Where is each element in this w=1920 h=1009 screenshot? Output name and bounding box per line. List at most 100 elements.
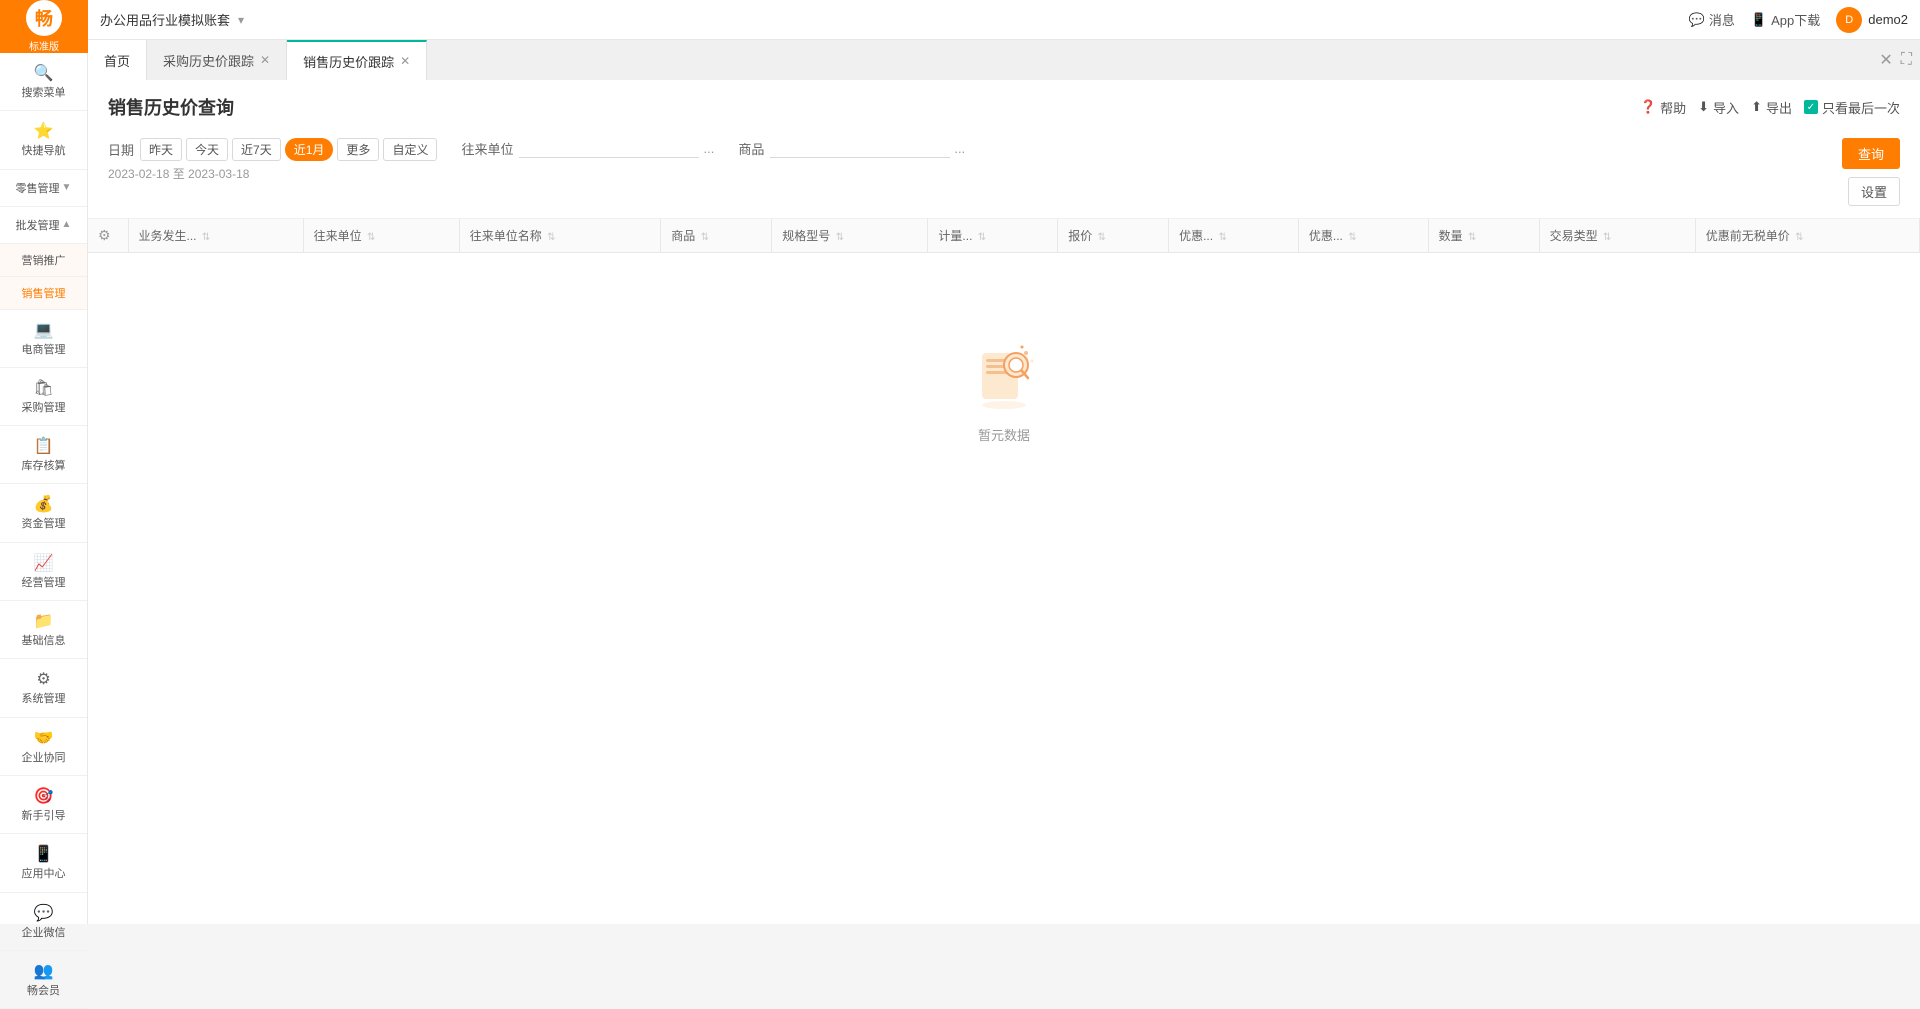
enterprise-icon: 🤝 [34,728,54,748]
import-btn[interactable]: ⬇ 导入 [1698,98,1739,117]
table-header-spec[interactable]: 规格型号 ⇅ [772,219,928,253]
retail-label: 零售管理 [16,180,60,196]
sidebar-item-enterprise[interactable]: 🤝 企业协同 [0,718,87,776]
table-header-row: ⚙ 业务发生... ⇅ 往来单位 ⇅ 往来单位名称 [88,219,1920,253]
product-dots[interactable]: ... [954,141,965,156]
sidebar-item-wechat-label: 企业微信 [22,926,66,940]
sidebar-item-finance[interactable]: 💰 资金管理 [0,484,87,542]
data-table: ⚙ 业务发生... ⇅ 往来单位 ⇅ 往来单位名称 [88,219,1920,253]
table-header-discount2[interactable]: 优惠... ⇅ [1298,219,1428,253]
table-header-quoted-price[interactable]: 报价 ⇅ [1058,219,1169,253]
quoted-price-sort-icon: ⇅ [1098,232,1106,243]
purchase-icon: 🛍 [33,378,53,398]
trade-type-label: 交易类型 [1550,229,1598,243]
import-icon: ⬇ [1698,99,1709,115]
customer-name-label: 往来单位名称 [470,229,542,243]
export-icon: ⬆ [1751,99,1762,115]
table-header-discount1[interactable]: 优惠... ⇅ [1169,219,1299,253]
help-label: 帮助 [1660,98,1686,117]
pretax-price-label: 优惠前无税单价 [1706,229,1790,243]
product-col-label: 商品 [671,229,695,243]
sidebar-item-system[interactable]: ⚙ 系统管理 [0,659,87,717]
table-header-biz-date[interactable]: 业务发生... ⇅ [128,219,303,253]
tab-home[interactable]: 首页 [88,40,147,80]
sidebar-item-marketing[interactable]: 营销推广 [0,244,87,277]
sidebar-item-apps[interactable]: 📱 应用中心 [0,834,87,892]
table-header-customer-name[interactable]: 往来单位名称 ⇅ [459,219,661,253]
customer-dots[interactable]: ... [703,141,714,156]
table-settings-icon[interactable]: ⚙ [98,227,111,243]
pretax-price-sort-icon: ⇅ [1795,232,1803,243]
sidebar-item-search-label: 搜索菜单 [22,86,66,100]
main-area: 办公用品行业模拟账套 ▾ 💬 消息 📱 App下载 D demo2 首页 采购历… [88,0,1920,924]
date-filter-col: 日期 昨天 今天 近7天 近1月 更多 自定义 2023-02-18 至 202… [108,138,437,182]
date-btn-yesterday[interactable]: 昨天 [140,138,182,161]
sidebar-item-operations[interactable]: 📈 经营管理 [0,543,87,601]
retail-arrow: ▼ [62,182,72,193]
sidebar-item-inventory[interactable]: 📋 库存核算 [0,426,87,484]
sidebar-item-sales-mgmt[interactable]: 销售管理 [0,277,87,310]
search-icon: 🔍 [34,63,54,83]
sidebar-item-quick-nav[interactable]: ⭐ 快捷导航 [0,111,87,169]
sidebar-item-member[interactable]: 👥 畅会员 [0,951,87,1009]
empty-state: 暂元数据 [88,253,1920,524]
table-header-customer-code[interactable]: 往来单位 ⇅ [303,219,459,253]
tab-purchase-history-label: 采购历史价跟踪 [163,51,254,70]
only-last-checkbox[interactable]: ✓ [1804,100,1818,114]
customer-input[interactable] [519,138,699,158]
spec-label: 规格型号 [782,229,830,243]
table-header-unit[interactable]: 计量... ⇅ [928,219,1058,253]
sidebar-item-retail[interactable]: 零售管理 ▼ [0,170,87,207]
workspace-dropdown-icon[interactable]: ▾ [238,13,244,27]
only-last-checkbox-label[interactable]: ✓ 只看最后一次 [1804,98,1900,117]
sidebar-item-inventory-label: 库存核算 [22,459,66,473]
table-header-pretax-price[interactable]: 优惠前无税单价 ⇅ [1695,219,1919,253]
message-btn[interactable]: 💬 消息 [1689,10,1735,29]
help-btn[interactable]: ❓ 帮助 [1640,98,1686,117]
sidebar-item-ecommerce[interactable]: 💻 电商管理 [0,310,87,368]
sidebar-item-system-label: 系统管理 [22,692,66,706]
date-btn-more[interactable]: 更多 [337,138,379,161]
empty-illustration [964,333,1044,413]
tab-purchase-history[interactable]: 采购历史价跟踪 ✕ [147,40,287,80]
sidebar-item-wechat[interactable]: 💬 企业微信 [0,893,87,951]
sidebar-item-search[interactable]: 🔍 搜索菜单 [0,53,87,111]
user-avatar: D [1836,7,1862,33]
member-icon: 👥 [34,961,54,981]
tab-purchase-history-close[interactable]: ✕ [260,53,270,67]
user-name: demo2 [1868,12,1908,27]
sidebar-item-basics[interactable]: 📁 基础信息 [0,601,87,659]
table-header-quantity[interactable]: 数量 ⇅ [1428,219,1539,253]
tab-sales-history-close[interactable]: ✕ [400,54,410,68]
table-header-product[interactable]: 商品 ⇅ [661,219,772,253]
table-header-trade-type[interactable]: 交易类型 ⇅ [1539,219,1695,253]
app-download-btn[interactable]: 📱 App下载 [1751,10,1820,29]
date-btn-last1m[interactable]: 近1月 [285,138,334,161]
sidebar-item-wholesale[interactable]: 批发管理 ▲ [0,207,87,244]
inventory-icon: 📋 [34,436,54,456]
sidebar-item-guide[interactable]: 🎯 新手引导 [0,776,87,834]
export-btn[interactable]: ⬆ 导出 [1751,98,1792,117]
message-icon: 💬 [1689,12,1705,28]
biz-date-sort-icon: ⇅ [202,232,210,243]
tab-sales-history[interactable]: 销售历史价跟踪 ✕ [287,40,427,80]
date-btn-last7[interactable]: 近7天 [232,138,281,161]
tab-close-all-btn[interactable]: ✕ [1879,50,1892,70]
customer-input-wrap: ... [519,138,714,158]
date-filter-group: 日期 昨天 今天 近7天 近1月 更多 自定义 [108,138,437,161]
spec-sort-icon: ⇅ [836,232,844,243]
settings-button[interactable]: 设置 [1848,177,1900,206]
product-input[interactable] [770,138,950,158]
user-menu[interactable]: D demo2 [1836,7,1908,33]
sidebar: 畅 标准版 🔍 搜索菜单 ⭐ 快捷导航 零售管理 ▼ 批发管理 ▲ 营销推广 销… [0,0,88,924]
sidebar-item-purchase[interactable]: 🛍 采购管理 [0,368,87,426]
topbar-right: 💬 消息 📱 App下载 D demo2 [1689,7,1908,33]
query-button[interactable]: 查询 [1842,138,1900,169]
date-btn-today[interactable]: 今天 [186,138,228,161]
tab-maximize-btn[interactable]: ⛶ [1901,51,1912,69]
date-btn-custom[interactable]: 自定义 [383,138,437,161]
app-download-label: App下载 [1771,10,1820,29]
wholesale-label: 批发管理 [16,217,60,233]
empty-text: 暂元数据 [978,425,1030,444]
product-label: 商品 [738,139,764,158]
